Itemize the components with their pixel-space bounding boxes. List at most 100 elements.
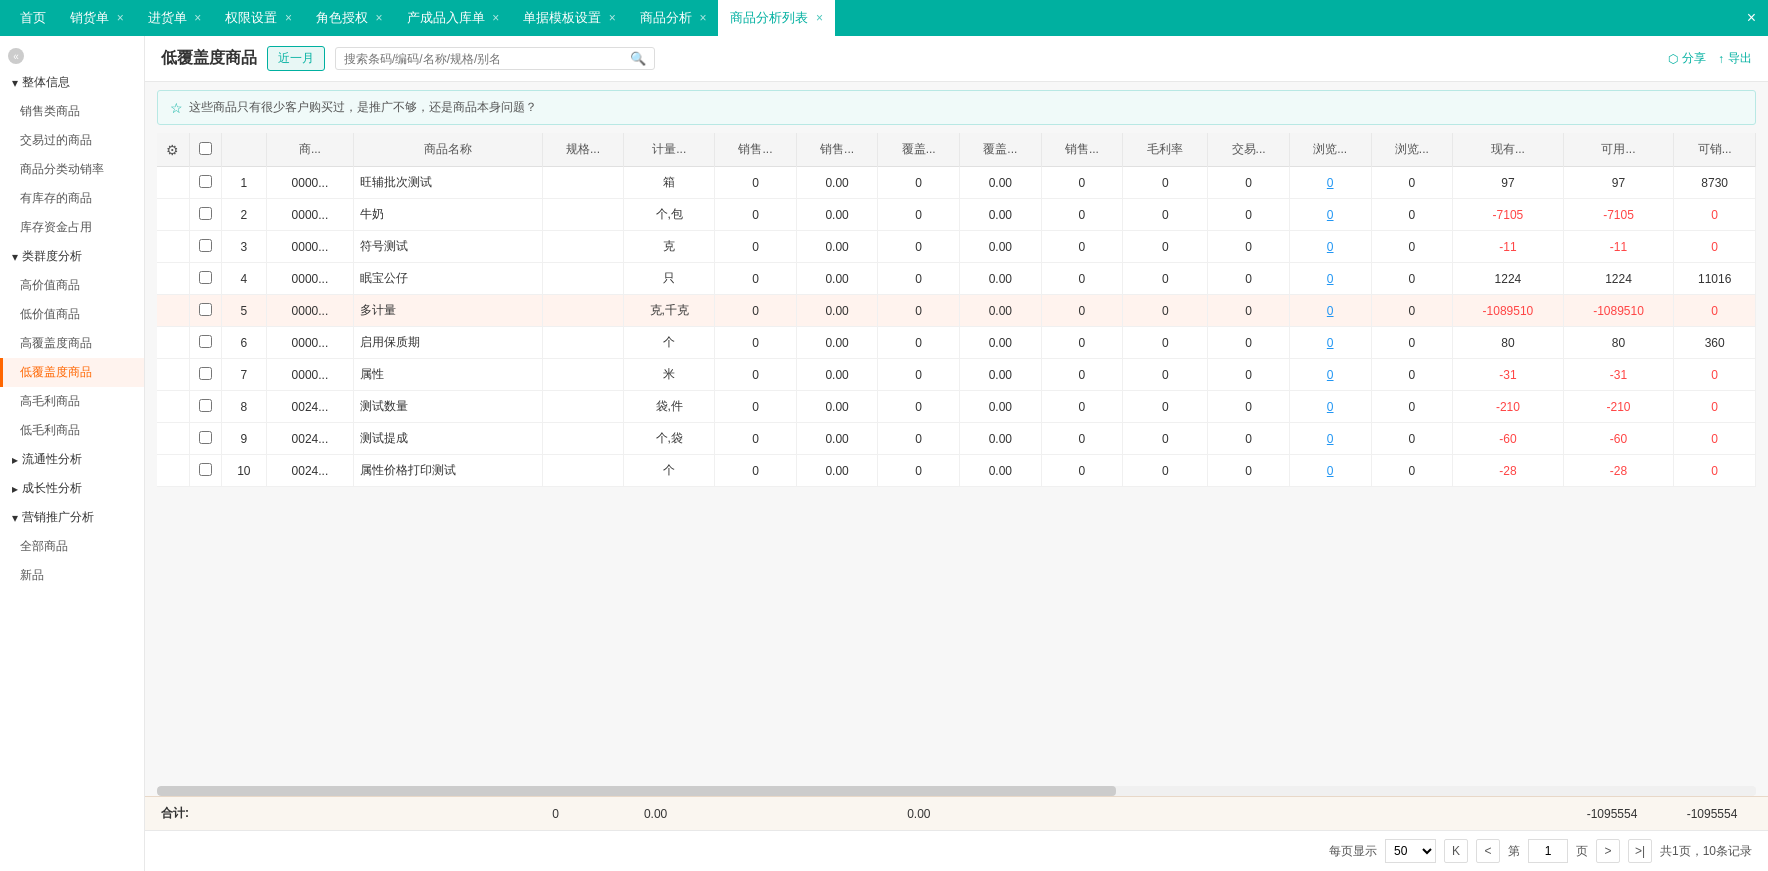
row-stock2: 1224 [1563, 263, 1674, 295]
page-number-input[interactable] [1528, 839, 1568, 863]
sidebar-collapse-btn[interactable]: « [8, 48, 24, 64]
nav-purchase[interactable]: 进货单 × [136, 0, 214, 36]
row-checkbox[interactable] [199, 239, 212, 252]
sidebar-section-marketing[interactable]: ▾ 营销推广分析 [0, 503, 144, 532]
row-view1[interactable]: 0 [1289, 199, 1371, 231]
row-view1[interactable]: 0 [1289, 359, 1371, 391]
row-checkbox-cell[interactable] [189, 231, 221, 263]
sidebar-section-growth[interactable]: ▸ 成长性分析 [0, 474, 144, 503]
row-view1[interactable]: 0 [1289, 455, 1371, 487]
row-name: 旺辅批次测试 [353, 167, 542, 199]
nav-templates-close[interactable]: × [609, 11, 616, 25]
nav-sales[interactable]: 销货单 × [58, 0, 136, 36]
next-page-btn[interactable]: > [1596, 839, 1620, 863]
row-sales2: 0.00 [796, 263, 878, 295]
row-checkbox-cell[interactable] [189, 295, 221, 327]
table-container[interactable]: ⚙ 商... 商品名称 规格... 计量... 销售... 销售... 覆盖..… [157, 133, 1756, 786]
export-btn[interactable]: ↑ 导出 [1718, 50, 1752, 67]
nav-purchase-close[interactable]: × [194, 11, 201, 25]
row-view1[interactable]: 0 [1289, 423, 1371, 455]
row-checkbox-cell[interactable] [189, 391, 221, 423]
row-stock2: -1089510 [1563, 295, 1674, 327]
row-checkbox-cell[interactable] [189, 167, 221, 199]
search-input[interactable] [344, 52, 630, 66]
row-view1[interactable]: 0 [1289, 295, 1371, 327]
sidebar-item-low-value[interactable]: 低价值商品 [0, 300, 144, 329]
row-checkbox[interactable] [199, 271, 212, 284]
row-stock3: 0 [1674, 359, 1756, 391]
nav-permissions[interactable]: 权限设置 × [213, 0, 304, 36]
nav-home[interactable]: 首页 [8, 0, 58, 36]
sidebar-item-with-stock[interactable]: 有库存的商品 [0, 184, 144, 213]
sidebar-item-category-rate[interactable]: 商品分类动销率 [0, 155, 144, 184]
row-view1[interactable]: 0 [1289, 327, 1371, 359]
row-name: 测试数量 [353, 391, 542, 423]
sidebar-item-new-products[interactable]: 新品 [0, 561, 144, 590]
nav-product-analysis-list[interactable]: 商品分析列表 × [718, 0, 835, 36]
row-sales3: 0 [1041, 295, 1123, 327]
sidebar-item-high-value[interactable]: 高价值商品 [0, 271, 144, 300]
row-stock2: -60 [1563, 423, 1674, 455]
row-checkbox[interactable] [199, 367, 212, 380]
section-overall-label: 整体信息 [22, 74, 70, 91]
date-filter-recent-month[interactable]: 近一月 [267, 46, 325, 71]
sidebar-section-overall[interactable]: ▾ 整体信息 [0, 68, 144, 97]
row-settings [157, 359, 189, 391]
row-view1[interactable]: 0 [1289, 231, 1371, 263]
settings-icon-th[interactable]: ⚙ [157, 133, 189, 167]
last-page-btn[interactable]: >| [1628, 839, 1652, 863]
checkbox-th[interactable] [189, 133, 221, 167]
select-all-checkbox[interactable] [199, 142, 212, 155]
per-page-select[interactable]: 50 20 100 200 [1385, 839, 1436, 863]
horizontal-scrollbar[interactable] [157, 786, 1756, 796]
row-trans: 0 [1208, 295, 1290, 327]
nav-permissions-close[interactable]: × [285, 11, 292, 25]
nav-product-analysis[interactable]: 商品分析 × [628, 0, 719, 36]
nav-roles-close[interactable]: × [376, 11, 383, 25]
row-checkbox[interactable] [199, 335, 212, 348]
nav-templates[interactable]: 单据模板设置 × [511, 0, 628, 36]
row-checkbox-cell[interactable] [189, 423, 221, 455]
nav-production-close[interactable]: × [492, 11, 499, 25]
sidebar-section-cluster[interactable]: ▾ 类群度分析 [0, 242, 144, 271]
prev-page-btn[interactable]: < [1476, 839, 1500, 863]
sidebar-section-circulation[interactable]: ▸ 流通性分析 [0, 445, 144, 474]
nav-product-analysis-close[interactable]: × [699, 11, 706, 25]
row-checkbox-cell[interactable] [189, 359, 221, 391]
sidebar-item-traded-products[interactable]: 交易过的商品 [0, 126, 144, 155]
row-view1[interactable]: 0 [1289, 167, 1371, 199]
scrollbar-thumb[interactable] [157, 786, 1116, 796]
first-page-btn[interactable]: K [1444, 839, 1468, 863]
sidebar-item-high-coverage[interactable]: 高覆盖度商品 [0, 329, 144, 358]
row-checkbox[interactable] [199, 303, 212, 316]
row-checkbox-cell[interactable] [189, 199, 221, 231]
row-checkbox-cell[interactable] [189, 263, 221, 295]
row-checkbox-cell[interactable] [189, 327, 221, 359]
sidebar-item-all-products[interactable]: 全部商品 [0, 532, 144, 561]
row-sales2: 0.00 [796, 391, 878, 423]
nav-sales-close[interactable]: × [117, 11, 124, 25]
footer-cover2: 0.00 [879, 807, 959, 821]
nav-production[interactable]: 产成品入库单 × [395, 0, 512, 36]
share-btn[interactable]: ⬡ 分享 [1668, 50, 1706, 67]
sidebar-item-stock-capital[interactable]: 库存资金占用 [0, 213, 144, 242]
search-icon[interactable]: 🔍 [630, 51, 646, 66]
window-close-btn[interactable]: × [1743, 5, 1760, 31]
sidebar-item-low-margin[interactable]: 低毛利商品 [0, 416, 144, 445]
row-checkbox[interactable] [199, 207, 212, 220]
th-sales3: 销售... [1041, 133, 1123, 167]
sidebar-item-high-margin[interactable]: 高毛利商品 [0, 387, 144, 416]
row-view1[interactable]: 0 [1289, 263, 1371, 295]
row-checkbox[interactable] [199, 175, 212, 188]
nav-roles[interactable]: 角色授权 × [304, 0, 395, 36]
sidebar-item-sales-products[interactable]: 销售类商品 [0, 97, 144, 126]
nav-product-analysis-list-close[interactable]: × [816, 11, 823, 25]
row-name: 属性价格打印测试 [353, 455, 542, 487]
row-checkbox[interactable] [199, 431, 212, 444]
row-checkbox-cell[interactable] [189, 455, 221, 487]
main-container: « ▾ 整体信息 销售类商品 交易过的商品 商品分类动销率 有库存的商品 库存资… [0, 36, 1768, 871]
row-view1[interactable]: 0 [1289, 391, 1371, 423]
sidebar-item-low-coverage[interactable]: 低覆盖度商品 [0, 358, 144, 387]
row-checkbox[interactable] [199, 463, 212, 476]
row-checkbox[interactable] [199, 399, 212, 412]
